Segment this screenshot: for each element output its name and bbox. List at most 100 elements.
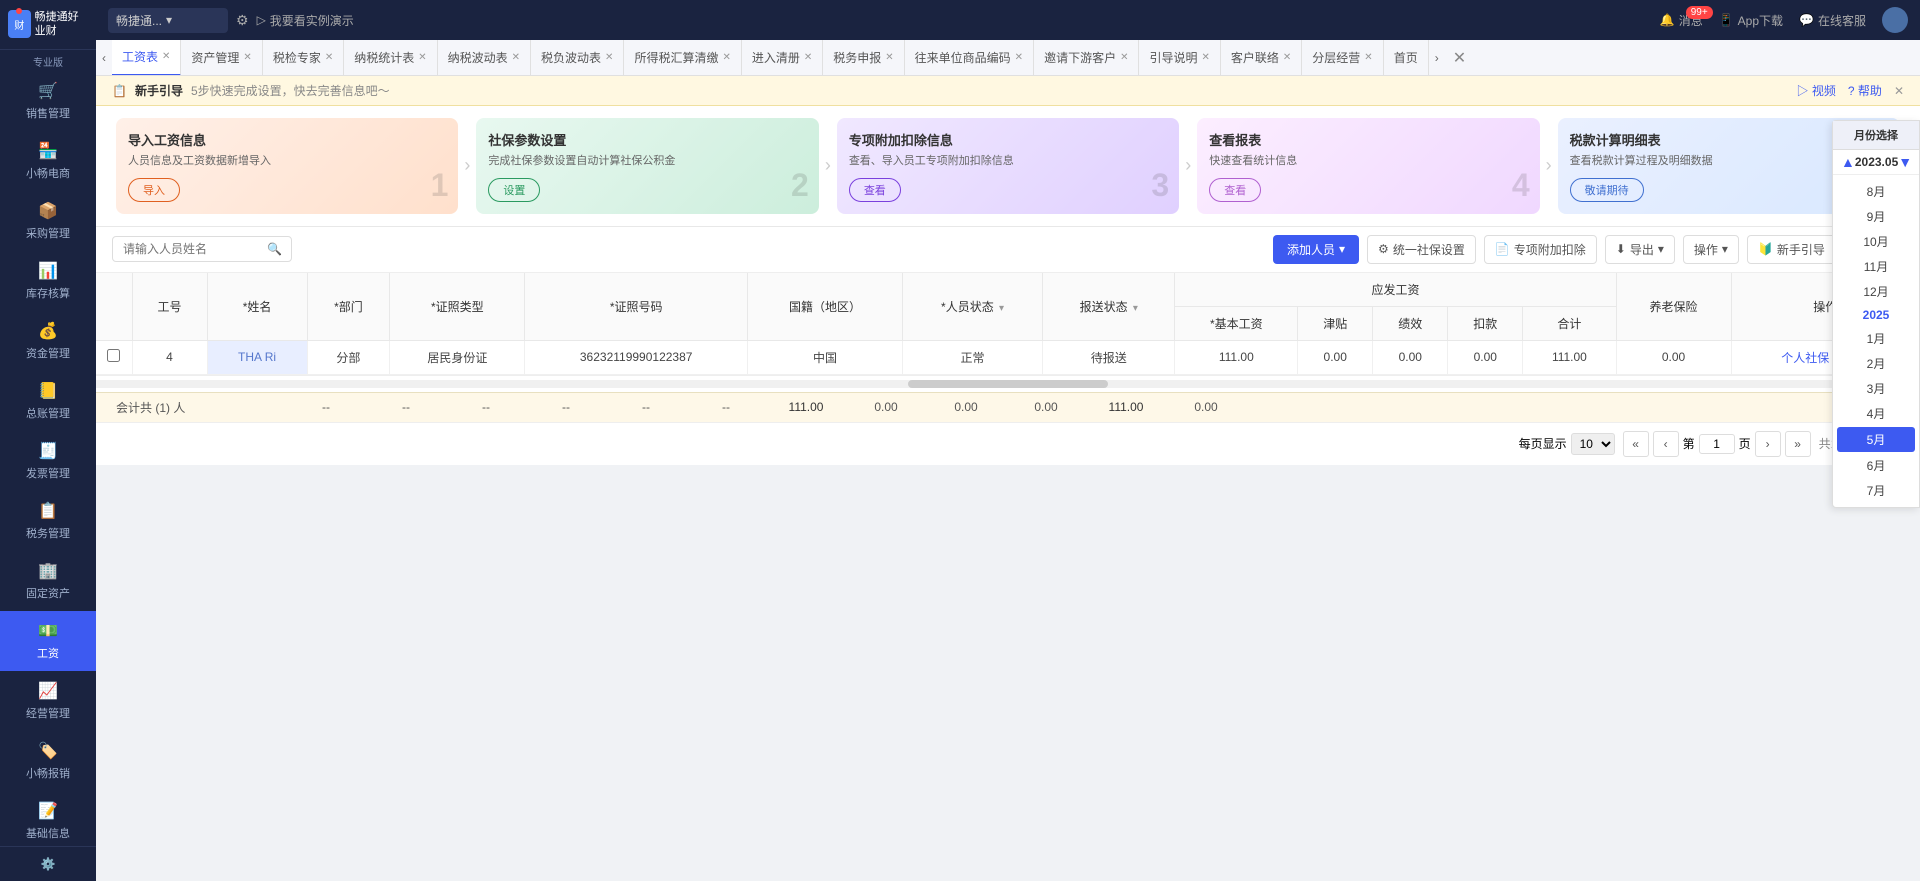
tab-next-button[interactable]: › bbox=[1429, 51, 1445, 65]
month-item-2月[interactable]: 2月 bbox=[1833, 351, 1919, 376]
first-page-button[interactable]: « bbox=[1623, 431, 1649, 457]
settings-icon: ⚙ bbox=[1378, 242, 1389, 256]
month-item-9月[interactable]: 9月 bbox=[1833, 204, 1919, 229]
tab-资产管理[interactable]: 资产管理✕ bbox=[181, 40, 262, 76]
month-item-11月[interactable]: 11月 bbox=[1833, 254, 1919, 279]
tab-往来单位商品编码[interactable]: 往来单位商品编码✕ bbox=[905, 40, 1034, 76]
step-btn-1[interactable]: 设置 bbox=[488, 178, 540, 202]
page-number-input[interactable] bbox=[1699, 434, 1735, 454]
tab-分层经营[interactable]: 分层经营✕ bbox=[1302, 40, 1383, 76]
tab-label: 税负波动表 bbox=[541, 49, 601, 66]
tab-prev-button[interactable]: ‹ bbox=[96, 51, 112, 65]
tab-close-icon[interactable]: ✕ bbox=[885, 52, 893, 63]
sidebar-settings-button[interactable]: ⚙️ bbox=[0, 847, 96, 881]
tab-close-icon[interactable]: ✕ bbox=[1120, 52, 1128, 63]
tab-税务申报[interactable]: 税务申报✕ bbox=[823, 40, 904, 76]
tab-工资表[interactable]: 工资表✕ bbox=[112, 40, 181, 76]
sidebar-item-inventory[interactable]: 📊 库存核算 bbox=[0, 251, 96, 311]
export-button[interactable]: ⬇ 导出 ▾ bbox=[1605, 235, 1675, 264]
tab-close-icon[interactable]: ✕ bbox=[243, 52, 251, 63]
tab-close-icon[interactable]: ✕ bbox=[162, 51, 170, 62]
month-item-8月[interactable]: 8月 bbox=[1833, 179, 1919, 204]
step-title-1: 社保参数设置 bbox=[488, 130, 806, 149]
row-checkbox[interactable] bbox=[107, 349, 120, 362]
tab-客户联络[interactable]: 客户联络✕ bbox=[1221, 40, 1302, 76]
tab-邀请下游客户[interactable]: 邀请下游客户✕ bbox=[1034, 40, 1139, 76]
search-box[interactable]: 🔍 bbox=[112, 236, 292, 262]
sidebar-item-purchase[interactable]: 📦 采购管理 bbox=[0, 191, 96, 251]
online-service-button[interactable]: 💬 在线客服 bbox=[1799, 12, 1866, 29]
tab-close-icon[interactable]: ✕ bbox=[605, 52, 613, 63]
tab-close-icon[interactable]: ✕ bbox=[418, 52, 426, 63]
guide-button[interactable]: 🔰 新手引导 bbox=[1747, 235, 1836, 264]
month-item-4月[interactable]: 4月 bbox=[1833, 401, 1919, 426]
settings-icon[interactable]: ⚙ bbox=[236, 12, 249, 29]
guide-video-button[interactable]: ▷ 视频 bbox=[1797, 82, 1836, 99]
month-item-7月[interactable]: 7月 bbox=[1833, 478, 1919, 503]
tab-close-icon[interactable]: ✕ bbox=[1283, 52, 1291, 63]
operations-button[interactable]: 操作 ▾ bbox=[1683, 235, 1739, 264]
page-size-select[interactable]: 10 20 50 bbox=[1571, 433, 1615, 455]
sidebar-item-operations[interactable]: 📈 经营管理 bbox=[0, 671, 96, 731]
tab-close-icon[interactable]: ✕ bbox=[722, 52, 730, 63]
step-btn-4[interactable]: 敬请期待 bbox=[1570, 178, 1644, 202]
sidebar-item-ecommerce[interactable]: 🏪 小畅电商 bbox=[0, 131, 96, 191]
row-checkbox-cell[interactable] bbox=[96, 340, 132, 374]
month-item-6月[interactable]: 6月 bbox=[1833, 453, 1919, 478]
step-btn-0[interactable]: 导入 bbox=[128, 178, 180, 202]
sidebar-item-capital[interactable]: 💰 资金管理 bbox=[0, 311, 96, 371]
tab-所得税汇算清缴[interactable]: 所得税汇算清缴✕ bbox=[624, 40, 741, 76]
total-header: 合计 bbox=[1523, 306, 1616, 340]
month-item-1月[interactable]: 1月 bbox=[1833, 326, 1919, 351]
month-picker-next-button[interactable]: ▼ bbox=[1898, 154, 1912, 170]
sidebar-item-salary[interactable]: 💵 工资 bbox=[0, 611, 96, 671]
sidebar-item-assets[interactable]: 🏢 固定资产 bbox=[0, 551, 96, 611]
tab-close-icon[interactable]: ✕ bbox=[1015, 52, 1023, 63]
demo-button[interactable]: ▷ 我要看实例演示 bbox=[257, 12, 354, 29]
month-item-5月[interactable]: 5月 bbox=[1837, 427, 1915, 452]
company-dropdown[interactable]: 畅捷通... ▾ bbox=[108, 8, 228, 33]
prev-page-button[interactable]: ‹ bbox=[1653, 431, 1679, 457]
individual-social-button[interactable]: 个人社保 bbox=[1781, 351, 1829, 365]
tab-add-button[interactable]: ✕ bbox=[1445, 48, 1474, 68]
month-item-10月[interactable]: 10月 bbox=[1833, 229, 1919, 254]
horizontal-scrollbar[interactable] bbox=[96, 375, 1920, 392]
tab-close-icon[interactable]: ✕ bbox=[1201, 52, 1209, 63]
tab-close-icon[interactable]: ✕ bbox=[1364, 52, 1372, 63]
sidebar-item-tax[interactable]: 📋 税务管理 bbox=[0, 491, 96, 551]
tab-首页[interactable]: 首页 bbox=[1384, 40, 1429, 76]
tab-close-icon[interactable]: ✕ bbox=[512, 52, 520, 63]
step-btn-3[interactable]: 查看 bbox=[1209, 178, 1261, 202]
month-item-12月[interactable]: 12月 bbox=[1833, 279, 1919, 304]
tab-引导说明[interactable]: 引导说明✕ bbox=[1139, 40, 1220, 76]
step-btn-2[interactable]: 查看 bbox=[849, 178, 901, 202]
message-button[interactable]: 🔔 消息 99+ bbox=[1660, 12, 1703, 29]
sidebar-item-marketing[interactable]: 🏷️ 小畅报销 bbox=[0, 731, 96, 791]
tab-税负波动表[interactable]: 税负波动表 ✕ bbox=[531, 40, 624, 76]
last-page-button[interactable]: » bbox=[1785, 431, 1811, 457]
tab-进入清册[interactable]: 进入清册✕ bbox=[742, 40, 823, 76]
tab-close-icon[interactable]: ✕ bbox=[325, 52, 333, 63]
sidebar-item-ledger[interactable]: 📒 总账管理 bbox=[0, 371, 96, 431]
tab-纳税统计表[interactable]: 纳税统计表✕ bbox=[344, 40, 437, 76]
unified-social-button[interactable]: ⚙ 统一社保设置 bbox=[1367, 235, 1476, 264]
month-item-3月[interactable]: 3月 bbox=[1833, 376, 1919, 401]
sidebar-item-basic[interactable]: 📝 基础信息 bbox=[0, 791, 96, 846]
sidebar-item-invoice[interactable]: 🧾 发票管理 bbox=[0, 431, 96, 491]
tab-纳税波动表[interactable]: 纳税波动表✕ bbox=[438, 40, 531, 76]
month-picker-prev-button[interactable]: ▲ bbox=[1841, 154, 1855, 170]
special-deduct-button[interactable]: 📄 专项附加扣除 bbox=[1484, 235, 1597, 264]
guide-help-button[interactable]: ? 帮助 bbox=[1848, 82, 1882, 99]
app-download-button[interactable]: 📱 App下载 bbox=[1719, 12, 1783, 29]
guide-close-button[interactable]: ✕ bbox=[1894, 84, 1904, 98]
month-item-2025[interactable]: 2025 bbox=[1833, 304, 1919, 326]
next-page-button[interactable]: › bbox=[1755, 431, 1781, 457]
search-input[interactable] bbox=[123, 242, 263, 256]
user-avatar[interactable] bbox=[1882, 7, 1908, 33]
tab-close-icon[interactable]: ✕ bbox=[804, 52, 812, 63]
sidebar-logo[interactable]: 财 畅捷通好业财 bbox=[0, 0, 96, 50]
tab-税检专家[interactable]: 税检专家✕ bbox=[263, 40, 344, 76]
page-size-selector[interactable]: 每页显示 10 20 50 bbox=[1519, 433, 1615, 455]
sidebar-item-sales[interactable]: 🛒 销售管理 bbox=[0, 71, 96, 131]
add-employee-button[interactable]: 添加人员 ▾ bbox=[1273, 235, 1359, 264]
